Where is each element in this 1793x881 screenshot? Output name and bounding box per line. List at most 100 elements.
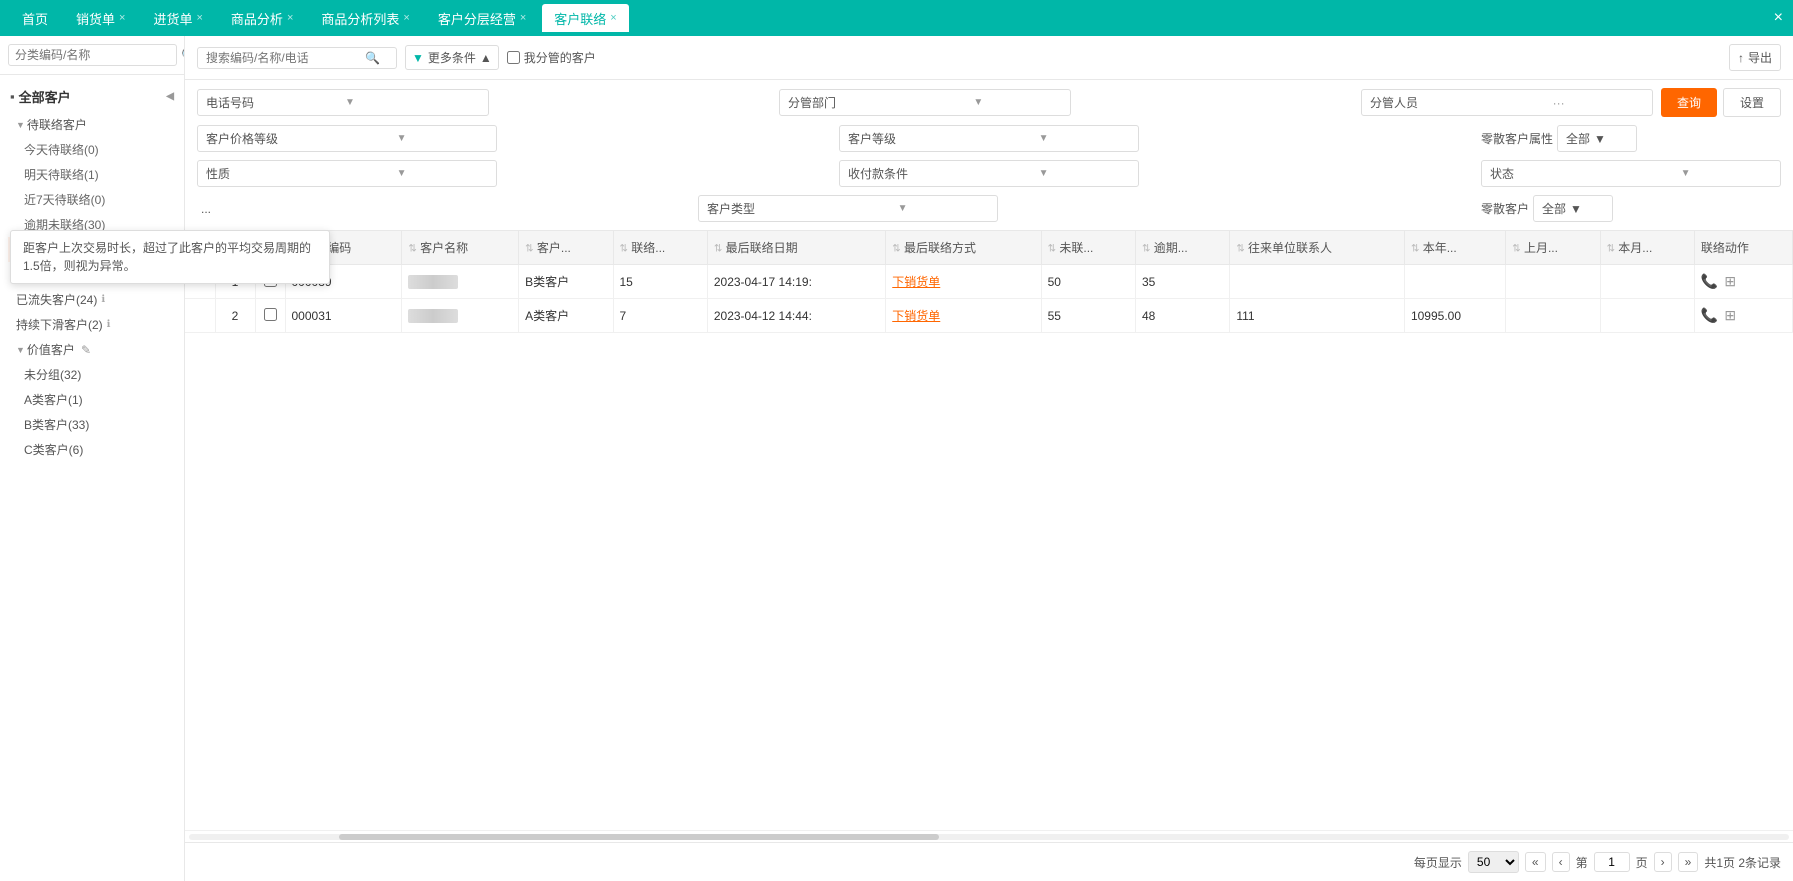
row1-contact-method-link[interactable]: 下销货单 [892,275,940,289]
row1-more-icon[interactable]: ⊞ [1724,273,1736,290]
filter-price-level[interactable]: 客户价格等级 ▼ [197,125,497,152]
sidebar-item-c-class[interactable]: C类客户(6) [8,437,184,462]
tab-customer-contact[interactable]: 客户联络 × [542,4,628,32]
th-last-contact-date[interactable]: ⇅ 最后联络日期 [707,231,885,265]
th-type[interactable]: ⇅ 客户... [519,231,613,265]
filter-manager[interactable]: 分管人员 ··· [1361,89,1653,116]
settings-button[interactable]: 设置 [1723,88,1781,117]
th-last-contact-method[interactable]: ⇅ 最后联络方式 [886,231,1041,265]
sidebar-item-b-class[interactable]: B类客户(33) [8,412,184,437]
filter-customer-type[interactable]: 客户类型 ▼ [698,195,998,222]
th-uncontacted[interactable]: ⇅ 未联... [1041,231,1135,265]
first-page-button[interactable]: « [1525,852,1546,872]
th-unit-contacts[interactable]: ⇅ 往来单位联系人 [1230,231,1405,265]
th-this-month[interactable]: ⇅ 本月... [1600,231,1694,265]
filter-status[interactable]: 状态 ▼ [1481,160,1781,187]
sort-icon: ⇅ [1048,243,1056,254]
row1-actions: 📞 ⊞ [1694,265,1792,299]
row2-no: 2 [215,299,255,333]
table-row: 1 000039 B类客户 15 2023-04-17 14:19: 下销货单 [185,265,1793,299]
filter-customer-level[interactable]: 客户等级 ▼ [839,125,1139,152]
sidebar-search-input[interactable] [8,44,177,66]
row2-uncontacted: 55 [1041,299,1135,333]
th-this-year[interactable]: ⇅ 本年... [1404,231,1505,265]
prev-page-button[interactable]: ‹ [1552,852,1570,872]
row2-checkbox[interactable] [264,308,277,321]
row2-this-year: 10995.00 [1404,299,1505,333]
horizontal-scrollbar[interactable] [185,830,1793,842]
my-customers-checkbox[interactable] [507,51,520,64]
search-input[interactable] [206,51,361,65]
table-area: ⚙ ⇅ 客户编码 ⇅ 客户名称 [185,231,1793,830]
row1-this-year [1404,265,1505,299]
th-name[interactable]: ⇅ 客户名称 [402,231,519,265]
row1-phone-icon[interactable]: 📞 [1701,273,1718,290]
close-tab-customer-segment[interactable]: × [520,12,526,24]
row2-contact-method-link[interactable]: 下销货单 [892,309,940,323]
row2-last-month [1506,299,1600,333]
query-button[interactable]: 查询 [1661,88,1717,117]
row2-more-icon[interactable]: ⊞ [1724,307,1736,324]
pending-contact-title[interactable]: ▼ 待联络客户 [8,112,184,137]
row1-contact: 15 [613,265,707,299]
filter-dept[interactable]: 分管部门 ▼ [779,89,1071,116]
sort-icon: ⇅ [408,243,416,254]
retail-attr-select[interactable]: 全部 ▼ [1557,125,1637,152]
row2-this-month [1600,299,1694,333]
filter-payment[interactable]: 收付款条件 ▼ [839,160,1139,187]
close-tab-sales[interactable]: × [119,12,125,24]
search-icon: 🔍 [365,51,380,65]
sidebar-item-tomorrow-pending[interactable]: 明天待联络(1) [8,162,184,187]
app-close-button[interactable]: × [1774,9,1783,27]
row2-actions: 📞 ⊞ [1694,299,1792,333]
tab-customer-segment[interactable]: 客户分层经营 × [426,4,538,32]
row1-last-month [1506,265,1600,299]
retail-customer-select[interactable]: 全部 ▼ [1533,195,1613,222]
filter-more-button[interactable]: ... [197,198,215,220]
sort-icon: ⇅ [892,243,900,254]
search-input-wrap: 🔍 [197,47,397,69]
row2-phone-icon[interactable]: 📞 [1701,307,1718,324]
tab-analysis[interactable]: 商品分析 × [219,4,305,32]
th-last-month[interactable]: ⇅ 上月... [1506,231,1600,265]
tab-purchase[interactable]: 进货单 × [141,4,214,32]
last-page-button[interactable]: » [1678,852,1699,872]
export-icon: ↑ [1738,51,1744,65]
collapse-icon[interactable]: ◀ [166,91,174,102]
sidebar-item-already-lost[interactable]: 已流失客户(24) ℹ [8,287,184,312]
sidebar-item-today-pending[interactable]: 今天待联络(0) [8,137,184,162]
filter-phone[interactable]: 电话号码 ▼ [197,89,489,116]
more-conditions-btn[interactable]: ▼ 更多条件 ▲ [405,45,499,70]
tab-analysis-list[interactable]: 商品分析列表 × [309,4,421,32]
sidebar-item-a-class[interactable]: A类客户(1) [8,387,184,412]
row1-unit-contacts [1230,265,1405,299]
export-button[interactable]: ↑ 导出 [1729,44,1781,71]
row2-unit-contacts: 111 [1230,299,1405,333]
tab-home[interactable]: 首页 [10,4,60,32]
continuous-down-info-icon[interactable]: ℹ [107,319,111,330]
next-page-button[interactable]: › [1654,852,1672,872]
edit-icon[interactable]: ✎ [81,343,91,357]
sidebar-item-continuous-down[interactable]: 持续下滑客户(2) ℹ [8,312,184,337]
page-input[interactable] [1594,852,1630,872]
sort-icon: ⇅ [1236,243,1244,254]
close-tab-purchase[interactable]: × [196,12,202,24]
sidebar-all-customers[interactable]: ▪ 全部客户 ◀ [0,81,184,112]
sidebar-item-ungrouped[interactable]: 未分组(32) [8,362,184,387]
page-size-select[interactable]: 50 10 20 100 [1468,851,1519,873]
already-lost-info-icon[interactable]: ℹ [101,294,105,305]
table-row: 2 000031 A类客户 7 2023-04-12 14:44: 下销货单 [185,299,1793,333]
retail-customer-label: 零散客户 [1481,200,1529,217]
tab-sales[interactable]: 销货单 × [64,4,137,32]
filter-gender[interactable]: 性质 ▼ [197,160,497,187]
close-tab-analysis[interactable]: × [287,12,293,24]
th-overdue[interactable]: ⇅ 逾期... [1135,231,1229,265]
retail-attr-label: 零散客户属性 [1481,130,1553,147]
value-customers-title[interactable]: ▼ 价值客户 ✎ [8,337,184,362]
row2-check[interactable] [255,299,285,333]
close-tab-analysis-list[interactable]: × [403,12,409,24]
row2-type: A类客户 [519,299,613,333]
close-tab-customer-contact[interactable]: × [610,12,616,24]
sidebar-item-7day-pending[interactable]: 近7天待联络(0) [8,187,184,212]
th-contact[interactable]: ⇅ 联络... [613,231,707,265]
